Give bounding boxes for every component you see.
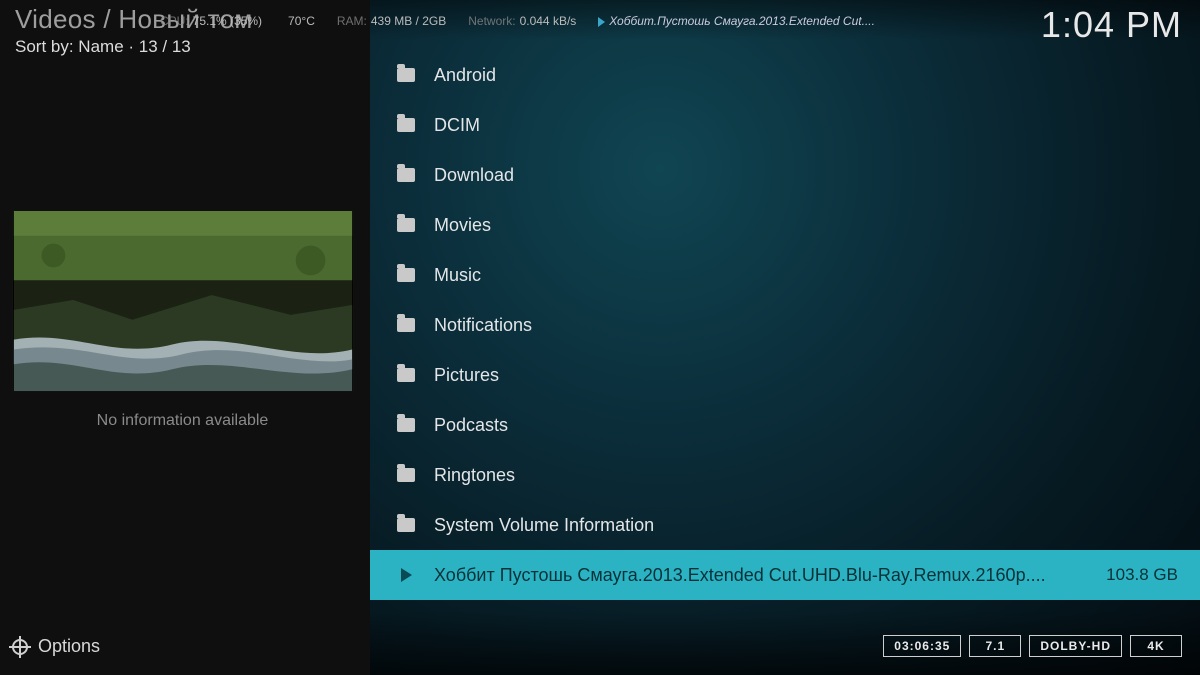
list-item-size: 103.8 GB — [1092, 565, 1178, 585]
cpu-stat: CPU:75.1% (35%) — [160, 14, 262, 28]
sort-by-indicator[interactable]: Sort by: Name · 13 / 13 — [15, 37, 191, 57]
folder-icon — [392, 368, 420, 382]
list-item[interactable]: Android — [370, 50, 1200, 100]
folder-icon — [392, 418, 420, 432]
play-icon — [598, 17, 605, 27]
options-button[interactable]: Options — [12, 636, 100, 657]
temperature-stat: 70°C — [288, 14, 315, 28]
folder-icon — [392, 468, 420, 482]
list-item[interactable]: Movies — [370, 200, 1200, 250]
list-item[interactable]: Хоббит Пустошь Смауга.2013.Extended Cut.… — [370, 550, 1200, 600]
folder-icon — [392, 118, 420, 132]
list-item[interactable]: Download — [370, 150, 1200, 200]
dolby-badge: DOLBY-HD — [1029, 635, 1122, 657]
media-badges: 03:06:35 7.1 DOLBY-HD 4K — [883, 635, 1182, 657]
folder-icon — [392, 68, 420, 82]
play-icon — [392, 568, 420, 582]
list-item-label: Хоббит Пустошь Смауга.2013.Extended Cut.… — [434, 565, 1046, 586]
folder-icon — [392, 168, 420, 182]
preview-thumbnail[interactable] — [12, 210, 354, 392]
now-playing-indicator: Хоббит.Пустошь Смауга.2013.Extended Cut.… — [598, 14, 875, 28]
list-item[interactable]: System Volume Information — [370, 500, 1200, 550]
system-stats-overlay: CPU:75.1% (35%) 70°C RAM:439 MB / 2GB Ne… — [160, 12, 1010, 30]
list-item-label: Podcasts — [434, 415, 508, 436]
list-item-label: Movies — [434, 215, 491, 236]
list-item-label: DCIM — [434, 115, 480, 136]
list-item-label: Android — [434, 65, 496, 86]
folder-icon — [392, 318, 420, 332]
list-item[interactable]: Ringtones — [370, 450, 1200, 500]
ram-stat: RAM:439 MB / 2GB — [337, 14, 446, 28]
list-item[interactable]: Pictures — [370, 350, 1200, 400]
list-item[interactable]: Podcasts — [370, 400, 1200, 450]
audio-channels-badge: 7.1 — [969, 635, 1021, 657]
duration-badge: 03:06:35 — [883, 635, 961, 657]
folder-icon — [392, 518, 420, 532]
list-item-label: Download — [434, 165, 514, 186]
list-item[interactable]: DCIM — [370, 100, 1200, 150]
list-item-label: System Volume Information — [434, 515, 654, 536]
folder-icon — [392, 218, 420, 232]
options-label: Options — [38, 636, 100, 657]
folder-icon — [392, 268, 420, 282]
file-list: Android DCIM Download Movies Music Notificati… — [370, 50, 1200, 600]
list-item-label: Notifications — [434, 315, 532, 336]
resolution-badge: 4K — [1130, 635, 1182, 657]
thumbnail-image — [13, 211, 353, 391]
list-item-label: Ringtones — [434, 465, 515, 486]
list-item[interactable]: Music — [370, 250, 1200, 300]
gear-icon — [12, 639, 28, 655]
network-stat: Network:0.044 kB/s — [468, 14, 576, 28]
list-item-label: Pictures — [434, 365, 499, 386]
list-item[interactable]: Notifications — [370, 300, 1200, 350]
clock: 1:04 PM — [1041, 4, 1182, 46]
list-item-label: Music — [434, 265, 481, 286]
no-information-label: No information available — [0, 412, 365, 430]
